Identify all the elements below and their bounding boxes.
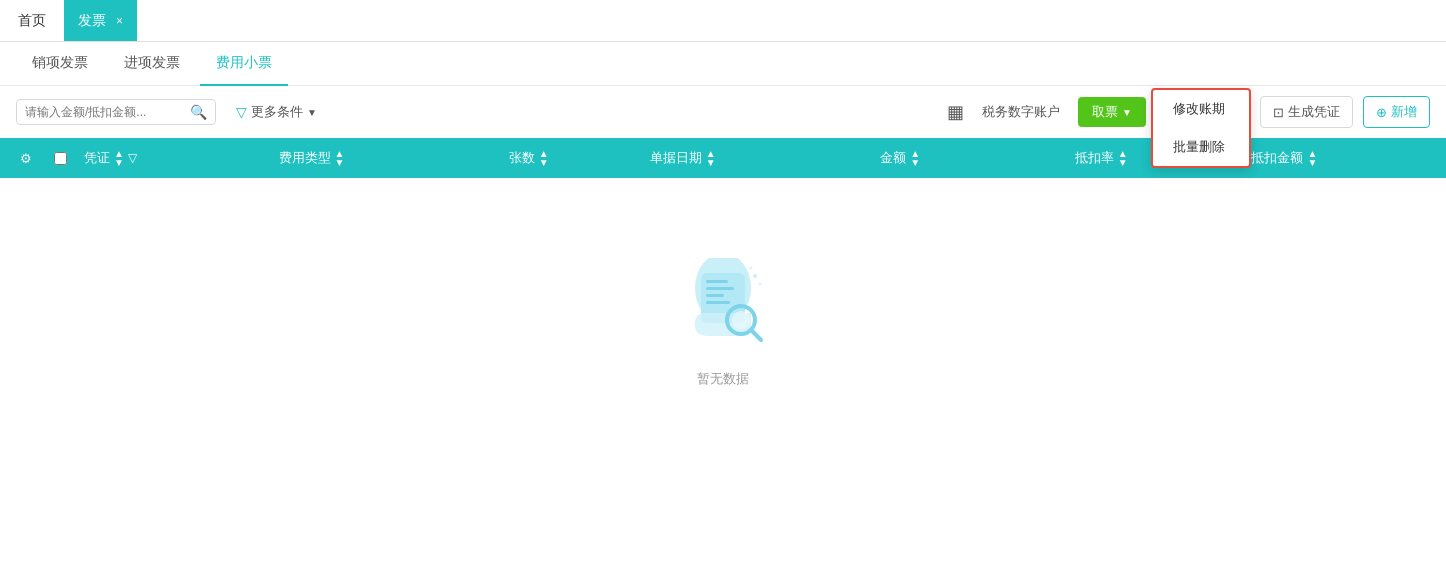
toolbar-left: 🔍 ▽ 更多条件 ▼ xyxy=(16,99,325,125)
empty-illustration xyxy=(673,258,773,358)
svg-point-9 xyxy=(753,274,757,278)
settings-icon[interactable]: ⚙ xyxy=(20,151,32,166)
svg-point-10 xyxy=(759,283,762,286)
top-nav: 首页 发票 × xyxy=(0,0,1446,42)
nav-tab-fapiao[interactable]: 发票 × xyxy=(64,0,137,41)
sort-icon-deductrate[interactable]: ▲▼ xyxy=(1118,149,1128,167)
add-plus-icon: ⊕ xyxy=(1376,105,1387,120)
sub-tabs: 销项发票 进项发票 费用小票 xyxy=(0,42,1446,86)
select-all-checkbox[interactable] xyxy=(54,152,67,165)
tab-feiyong[interactable]: 费用小票 xyxy=(200,42,288,86)
svg-rect-4 xyxy=(706,294,724,297)
th-deduct-amount: 抵扣金额 ▲▼ xyxy=(1243,149,1438,167)
th-expense-type: 费用类型 ▲▼ xyxy=(271,149,501,167)
tab-xiaoxiang[interactable]: 销项发票 xyxy=(16,42,104,86)
dropdown-item-modify-period[interactable]: 修改账期 xyxy=(1153,90,1249,128)
generate-label: 生成凭证 xyxy=(1288,103,1340,121)
th-checkbox[interactable] xyxy=(44,152,76,165)
sort-icon-voucher[interactable]: ▲▼ xyxy=(114,149,124,167)
search-input[interactable] xyxy=(25,105,190,119)
svg-point-7 xyxy=(732,311,750,329)
generate-icon: ⊡ xyxy=(1273,105,1284,120)
funnel-icon: ▽ xyxy=(236,104,247,120)
th-date: 单据日期 ▲▼ xyxy=(642,149,872,167)
tax-digital-label[interactable]: 税务数字账户 xyxy=(974,99,1068,125)
sort-icon-date[interactable]: ▲▼ xyxy=(706,149,716,167)
filter-btn[interactable]: ▽ 更多条件 ▼ xyxy=(228,99,325,125)
sort-icon-deductamt[interactable]: ▲▼ xyxy=(1307,149,1317,167)
qupiao-button[interactable]: 取票 ▼ xyxy=(1078,97,1146,127)
search-icon[interactable]: 🔍 xyxy=(190,104,207,120)
nav-tab-label: 发票 xyxy=(78,12,106,30)
svg-rect-5 xyxy=(706,301,730,304)
add-button[interactable]: ⊕ 新增 xyxy=(1363,96,1430,128)
th-amount: 金额 ▲▼ xyxy=(872,149,1067,167)
filter-label: 更多条件 xyxy=(251,103,303,121)
empty-state: 暂无数据 xyxy=(0,178,1446,428)
qr-icon[interactable]: ▦ xyxy=(947,101,964,123)
svg-rect-3 xyxy=(706,287,734,290)
dropdown-item-batch-delete[interactable]: 批量删除 xyxy=(1153,128,1249,166)
empty-text: 暂无数据 xyxy=(697,370,749,388)
svg-point-11 xyxy=(750,267,753,270)
batch-dropdown-menu: 修改账期 批量删除 xyxy=(1151,88,1251,168)
th-voucher: 凭证 ▲▼ ▽ xyxy=(76,149,271,167)
sort-icon-count[interactable]: ▲▼ xyxy=(539,149,549,167)
nav-tab-close-icon[interactable]: × xyxy=(116,14,123,28)
th-settings[interactable]: ⚙ xyxy=(8,151,44,166)
qupiao-chevron-icon: ▼ xyxy=(1122,107,1132,118)
svg-rect-2 xyxy=(706,280,728,283)
search-box: 🔍 xyxy=(16,99,216,125)
nav-home[interactable]: 首页 xyxy=(0,0,64,41)
generate-voucher-button[interactable]: ⊡ 生成凭证 xyxy=(1260,96,1353,128)
filter-chevron-icon: ▼ xyxy=(307,107,317,118)
sort-icon-expense[interactable]: ▲▼ xyxy=(335,149,345,167)
svg-line-8 xyxy=(751,330,761,340)
th-count: 张数 ▲▼ xyxy=(501,149,642,167)
tab-jinxiang[interactable]: 进项发票 xyxy=(108,42,196,86)
sort-icon-amount[interactable]: ▲▼ xyxy=(910,149,920,167)
filter-icon-voucher[interactable]: ▽ xyxy=(128,151,137,165)
qupiao-label: 取票 xyxy=(1092,103,1118,121)
add-label: 新增 xyxy=(1391,103,1417,121)
